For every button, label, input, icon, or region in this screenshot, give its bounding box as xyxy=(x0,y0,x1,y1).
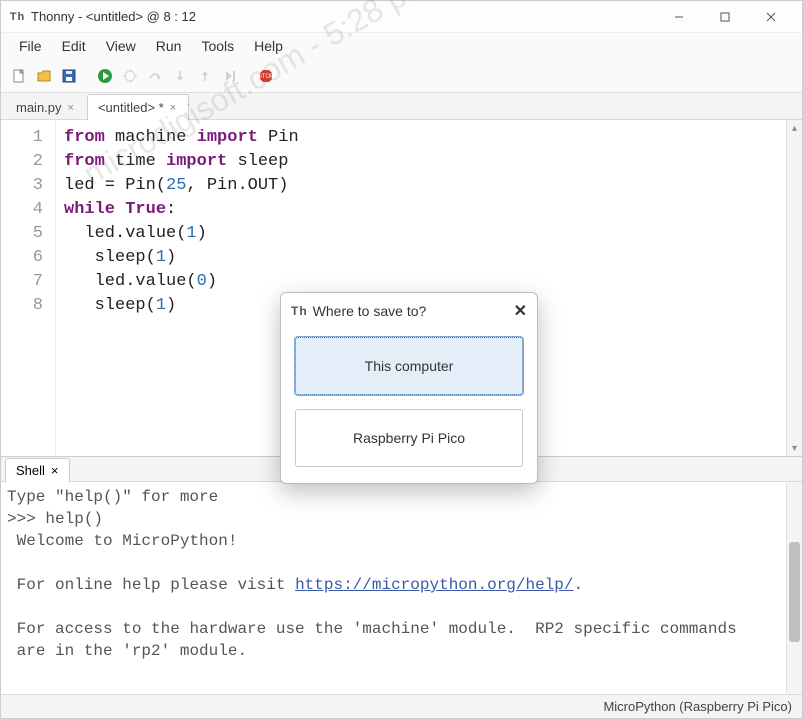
close-icon[interactable]: × xyxy=(170,102,176,114)
menu-view[interactable]: View xyxy=(96,35,146,57)
step-over-icon[interactable] xyxy=(145,66,165,86)
menu-tools[interactable]: Tools xyxy=(191,35,244,57)
line-number: 4 xyxy=(1,198,43,222)
run-icon[interactable] xyxy=(95,66,115,86)
step-out-icon[interactable] xyxy=(195,66,215,86)
tab-shell[interactable]: Shell × xyxy=(5,458,70,482)
scroll-up-icon[interactable]: ▴ xyxy=(787,120,802,136)
close-icon[interactable]: × xyxy=(51,463,59,478)
line-number: 2 xyxy=(1,150,43,174)
button-label: Raspberry Pi Pico xyxy=(353,430,465,446)
window-controls xyxy=(656,2,794,32)
line-number: 7 xyxy=(1,270,43,294)
tab-label: <untitled> * xyxy=(98,100,164,115)
tab-untitled[interactable]: <untitled> * × xyxy=(87,94,189,120)
interpreter-status[interactable]: MicroPython (Raspberry Pi Pico) xyxy=(603,699,792,714)
shell-content[interactable]: Type "help()" for more >>> help() Welcom… xyxy=(1,482,802,694)
shell-panel: Shell × Type "help()" for more >>> help(… xyxy=(1,456,802,694)
editor-tab-bar: main.py × <untitled> * × xyxy=(1,93,802,120)
tab-label: Shell xyxy=(16,463,45,478)
line-number-gutter: 1 2 3 4 5 6 7 8 xyxy=(1,120,56,456)
scroll-thumb[interactable] xyxy=(789,542,800,642)
minimize-button[interactable] xyxy=(656,2,702,32)
line-number: 6 xyxy=(1,246,43,270)
dialog-title-bar: T h Where to save to? ✕ xyxy=(281,293,537,329)
close-icon[interactable]: × xyxy=(68,102,74,114)
step-into-icon[interactable] xyxy=(170,66,190,86)
menu-edit[interactable]: Edit xyxy=(52,35,96,57)
status-bar: MicroPython (Raspberry Pi Pico) xyxy=(1,694,802,718)
tab-label: main.py xyxy=(16,100,62,115)
help-link[interactable]: https://micropython.org/help/ xyxy=(295,576,573,594)
save-file-icon[interactable] xyxy=(59,66,79,86)
button-label: This computer xyxy=(365,358,454,374)
thonny-icon: T h xyxy=(291,304,307,318)
dialog-title: Where to save to? xyxy=(313,303,508,319)
title-bar: T h Thonny - <untitled> @ 8 : 12 xyxy=(1,1,802,33)
this-computer-button[interactable]: This computer xyxy=(295,337,523,395)
close-button[interactable] xyxy=(748,2,794,32)
maximize-button[interactable] xyxy=(702,2,748,32)
menu-run[interactable]: Run xyxy=(146,35,192,57)
line-number: 8 xyxy=(1,294,43,318)
open-file-icon[interactable] xyxy=(34,66,54,86)
toolbar: STOP xyxy=(1,59,802,93)
shell-scrollbar[interactable] xyxy=(786,482,802,694)
line-number: 1 xyxy=(1,126,43,150)
resume-icon[interactable] xyxy=(220,66,240,86)
editor-scrollbar[interactable]: ▴ ▾ xyxy=(786,120,802,456)
debug-icon[interactable] xyxy=(120,66,140,86)
shell-prompt: >>> xyxy=(7,510,45,528)
scroll-down-icon[interactable]: ▾ xyxy=(787,440,802,456)
stop-icon[interactable]: STOP xyxy=(256,66,276,86)
tab-main-py[interactable]: main.py × xyxy=(5,94,87,120)
menu-bar: File Edit View Run Tools Help xyxy=(1,33,802,59)
line-number: 5 xyxy=(1,222,43,246)
shell-output[interactable]: Type "help()" for more >>> help() Welcom… xyxy=(1,482,786,694)
new-file-icon[interactable] xyxy=(9,66,29,86)
dialog-body: This computer Raspberry Pi Pico xyxy=(281,329,537,483)
window-title: Thonny - <untitled> @ 8 : 12 xyxy=(31,9,656,24)
raspberry-pi-pico-button[interactable]: Raspberry Pi Pico xyxy=(295,409,523,467)
line-number: 3 xyxy=(1,174,43,198)
menu-help[interactable]: Help xyxy=(244,35,293,57)
thonny-icon: T h xyxy=(9,9,25,25)
svg-text:STOP: STOP xyxy=(258,74,274,80)
menu-file[interactable]: File xyxy=(9,35,52,57)
close-icon[interactable]: ✕ xyxy=(514,301,527,321)
save-location-dialog: T h Where to save to? ✕ This computer Ra… xyxy=(280,292,538,484)
